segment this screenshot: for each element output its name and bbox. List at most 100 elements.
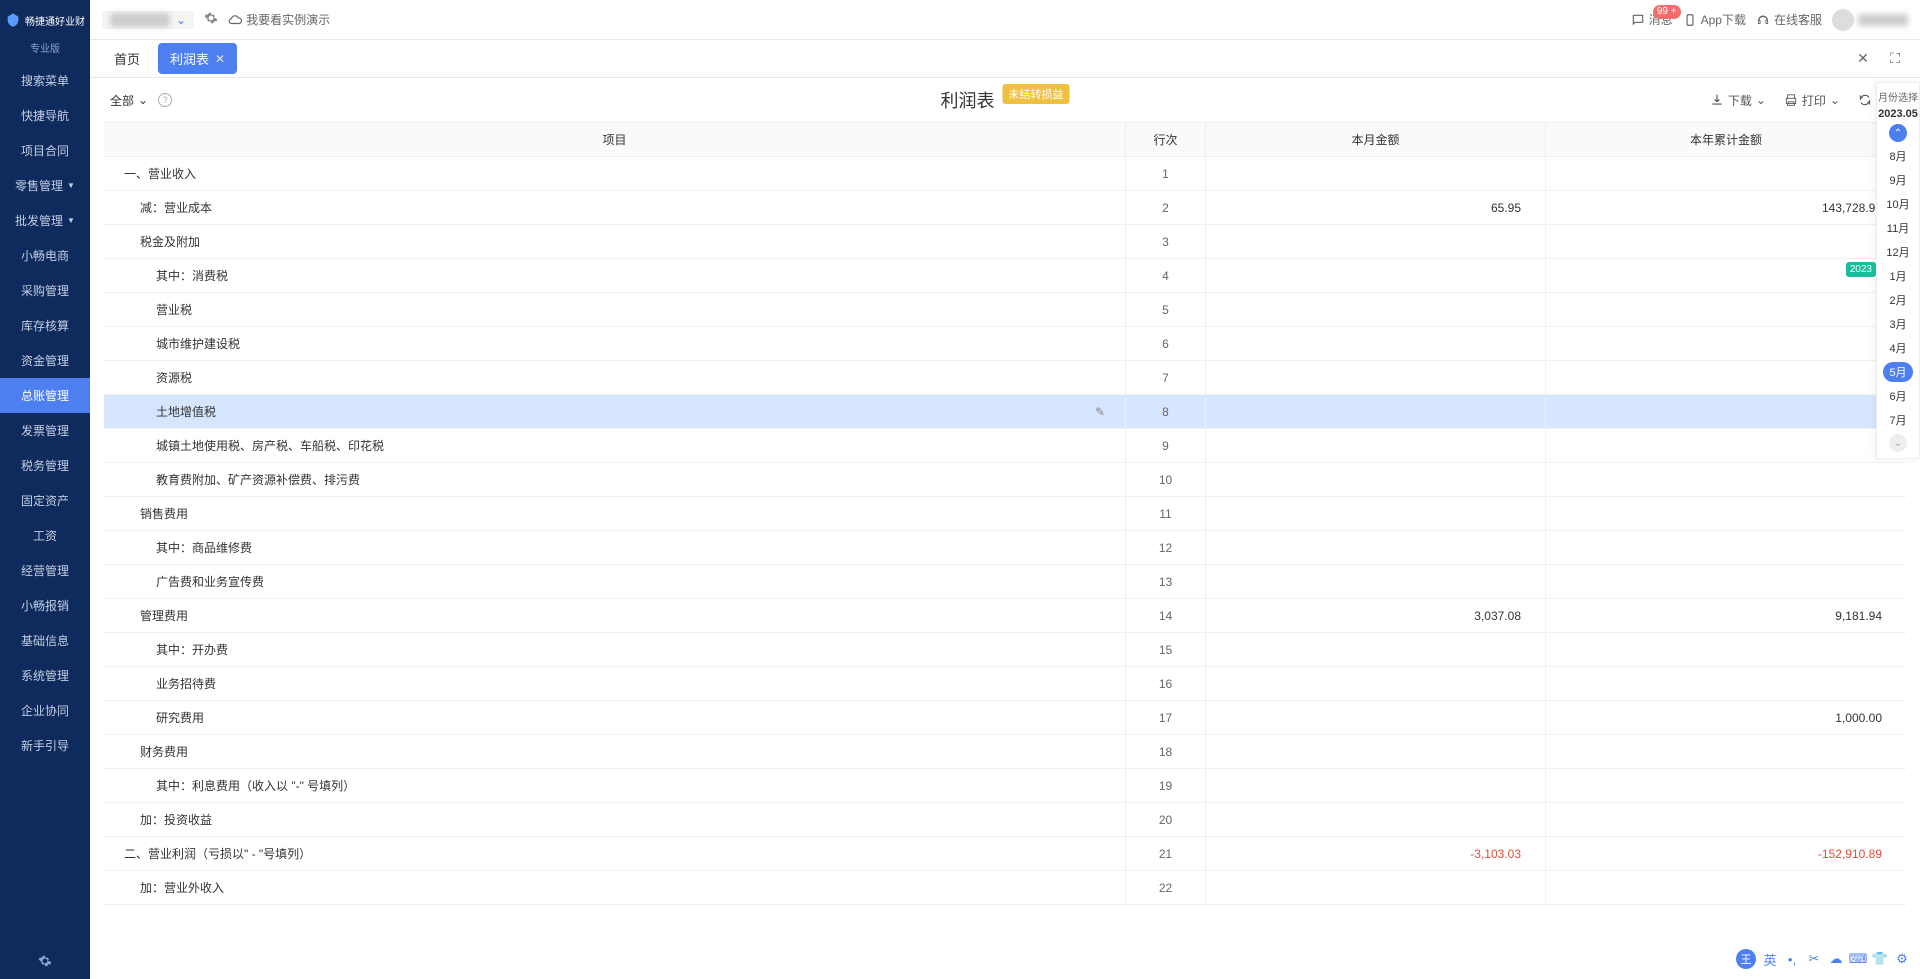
fullscreen-button[interactable]: ⛶: [1882, 46, 1908, 72]
cell-line: 3: [1126, 225, 1206, 258]
sidebar-item[interactable]: 工资: [0, 518, 90, 553]
org-selector[interactable]: ⌄: [102, 11, 194, 29]
month-item[interactable]: 12月: [1880, 242, 1915, 262]
table-row[interactable]: 研究费用171,000.00: [104, 701, 1906, 735]
sidebar-item-label: 项目合同: [21, 142, 69, 159]
cell-year: [1546, 769, 1906, 802]
sidebar-item[interactable]: 新手引导: [0, 728, 90, 763]
cell-year: [1546, 225, 1906, 258]
table-row[interactable]: 营业税5: [104, 293, 1906, 327]
cloud-icon[interactable]: ☁: [1828, 951, 1844, 967]
table-row[interactable]: 其中：开办费15: [104, 633, 1906, 667]
download-button[interactable]: 下载 ⌄: [1710, 92, 1766, 109]
month-item[interactable]: 5月: [1883, 362, 1912, 382]
month-item[interactable]: 2月: [1883, 290, 1912, 310]
table-row[interactable]: 广告费和业务宣传费13: [104, 565, 1906, 599]
table-row[interactable]: 财务费用18: [104, 735, 1906, 769]
month-item[interactable]: 1月: [1883, 266, 1912, 286]
settings-icon[interactable]: [204, 11, 218, 28]
cell-line: 12: [1126, 531, 1206, 564]
sidebar-item[interactable]: 总账管理: [0, 378, 90, 413]
ime-punct-icon[interactable]: •,: [1784, 951, 1800, 967]
sidebar-item[interactable]: 系统管理: [0, 658, 90, 693]
sidebar-item[interactable]: 搜索菜单: [0, 63, 90, 98]
sidebar-item[interactable]: 固定资产: [0, 483, 90, 518]
close-all-tabs-button[interactable]: ✕: [1850, 46, 1876, 72]
month-item[interactable]: 3月: [1883, 314, 1912, 334]
month-item[interactable]: 10月: [1880, 194, 1915, 214]
cell-line: 1: [1126, 157, 1206, 190]
table-row[interactable]: 销售费用11: [104, 497, 1906, 531]
table-row[interactable]: 减：营业成本265.95143,728.95: [104, 191, 1906, 225]
sidebar-item[interactable]: 库存核算: [0, 308, 90, 343]
month-item[interactable]: 9月: [1883, 170, 1912, 190]
month-item[interactable]: 6月: [1883, 386, 1912, 406]
sidebar-item-label: 发票管理: [21, 422, 69, 439]
sidebar-item[interactable]: 小畅电商: [0, 238, 90, 273]
cloud-icon: [228, 13, 242, 27]
cell-month: [1206, 293, 1546, 326]
cell-project: 研究费用: [104, 701, 1126, 734]
keyboard-icon[interactable]: ⌨: [1850, 951, 1866, 967]
sidebar-item[interactable]: 发票管理: [0, 413, 90, 448]
scissors-icon[interactable]: ✂: [1806, 951, 1822, 967]
sidebar-item[interactable]: 快捷导航: [0, 98, 90, 133]
table-row[interactable]: 土地增值税✎8: [104, 395, 1906, 429]
month-item[interactable]: 4月: [1883, 338, 1912, 358]
cell-year: 1,000.00: [1546, 701, 1906, 734]
table-row[interactable]: 二、营业利润（亏损以" - "号填列）21-3,103.03-152,910.8…: [104, 837, 1906, 871]
table-row[interactable]: 城镇土地使用税、房产税、车船税、印花税9: [104, 429, 1906, 463]
sidebar-item[interactable]: 小畅报销: [0, 588, 90, 623]
month-item[interactable]: 7月: [1883, 410, 1912, 430]
user-menu[interactable]: [1832, 9, 1908, 31]
sidebar-item-label: 小畅报销: [21, 597, 69, 614]
cell-month: [1206, 157, 1546, 190]
table-row[interactable]: 其中：消费税4: [104, 259, 1906, 293]
edit-icon[interactable]: ✎: [1095, 405, 1105, 419]
sidebar-item[interactable]: 零售管理▼: [0, 168, 90, 203]
sidebar-item[interactable]: 项目合同: [0, 133, 90, 168]
online-service-button[interactable]: 在线客服: [1756, 11, 1822, 28]
table-row[interactable]: 税金及附加3: [104, 225, 1906, 259]
sidebar-item[interactable]: 资金管理: [0, 343, 90, 378]
sidebar-item[interactable]: 采购管理: [0, 273, 90, 308]
sidebar-item[interactable]: 基础信息: [0, 623, 90, 658]
month-next-button[interactable]: ⌄: [1889, 434, 1907, 452]
ime-lang-icon[interactable]: 英: [1762, 951, 1778, 967]
table-row[interactable]: 加：营业外收入22: [104, 871, 1906, 905]
table-row[interactable]: 其中：利息费用（收入以 "-" 号填列）19: [104, 769, 1906, 803]
tab-profit-report[interactable]: 利润表 ✕: [158, 43, 237, 74]
skin-icon[interactable]: 👕: [1872, 951, 1888, 967]
settings-icon[interactable]: ⚙: [1894, 951, 1910, 967]
table-row[interactable]: 资源税7: [104, 361, 1906, 395]
month-prev-button[interactable]: ⌃: [1889, 124, 1907, 142]
table-row[interactable]: 教育费附加、矿产资源补偿费、排污费10: [104, 463, 1906, 497]
messages-button[interactable]: 消息 99 +: [1631, 11, 1673, 28]
logo-icon: [5, 12, 21, 28]
sidebar-item[interactable]: 批发管理▼: [0, 203, 90, 238]
sidebar-item[interactable]: 企业协同: [0, 693, 90, 728]
tab-home[interactable]: 首页: [102, 43, 152, 74]
table-row[interactable]: 城市维护建设税6: [104, 327, 1906, 361]
filter-dropdown[interactable]: 全部 ⌄ ?: [110, 92, 172, 109]
demo-link[interactable]: 我要看实例演示: [228, 11, 330, 28]
close-icon[interactable]: ✕: [215, 52, 225, 66]
cell-project: 加：投资收益: [104, 803, 1126, 836]
headset-icon: [1756, 13, 1770, 27]
ime-user-icon[interactable]: 王: [1736, 949, 1756, 969]
table-row[interactable]: 管理费用143,037.089,181.94: [104, 599, 1906, 633]
sidebar-item-label: 新手引导: [21, 737, 69, 754]
table-row[interactable]: 其中：商品维修费12: [104, 531, 1906, 565]
month-item[interactable]: 11月: [1881, 218, 1915, 238]
table-row[interactable]: 业务招待费16: [104, 667, 1906, 701]
app-download-button[interactable]: App下载: [1683, 11, 1746, 28]
table-row[interactable]: 加：投资收益20: [104, 803, 1906, 837]
month-item[interactable]: 8月: [1883, 146, 1912, 166]
gear-icon[interactable]: [38, 954, 52, 968]
print-button[interactable]: 打印 ⌄: [1784, 92, 1840, 109]
sidebar-item[interactable]: 税务管理: [0, 448, 90, 483]
sidebar-item[interactable]: 经营管理: [0, 553, 90, 588]
help-icon[interactable]: ?: [158, 93, 172, 107]
table-row[interactable]: 一、营业收入1: [104, 157, 1906, 191]
cell-project: 广告费和业务宣传费: [104, 565, 1126, 598]
